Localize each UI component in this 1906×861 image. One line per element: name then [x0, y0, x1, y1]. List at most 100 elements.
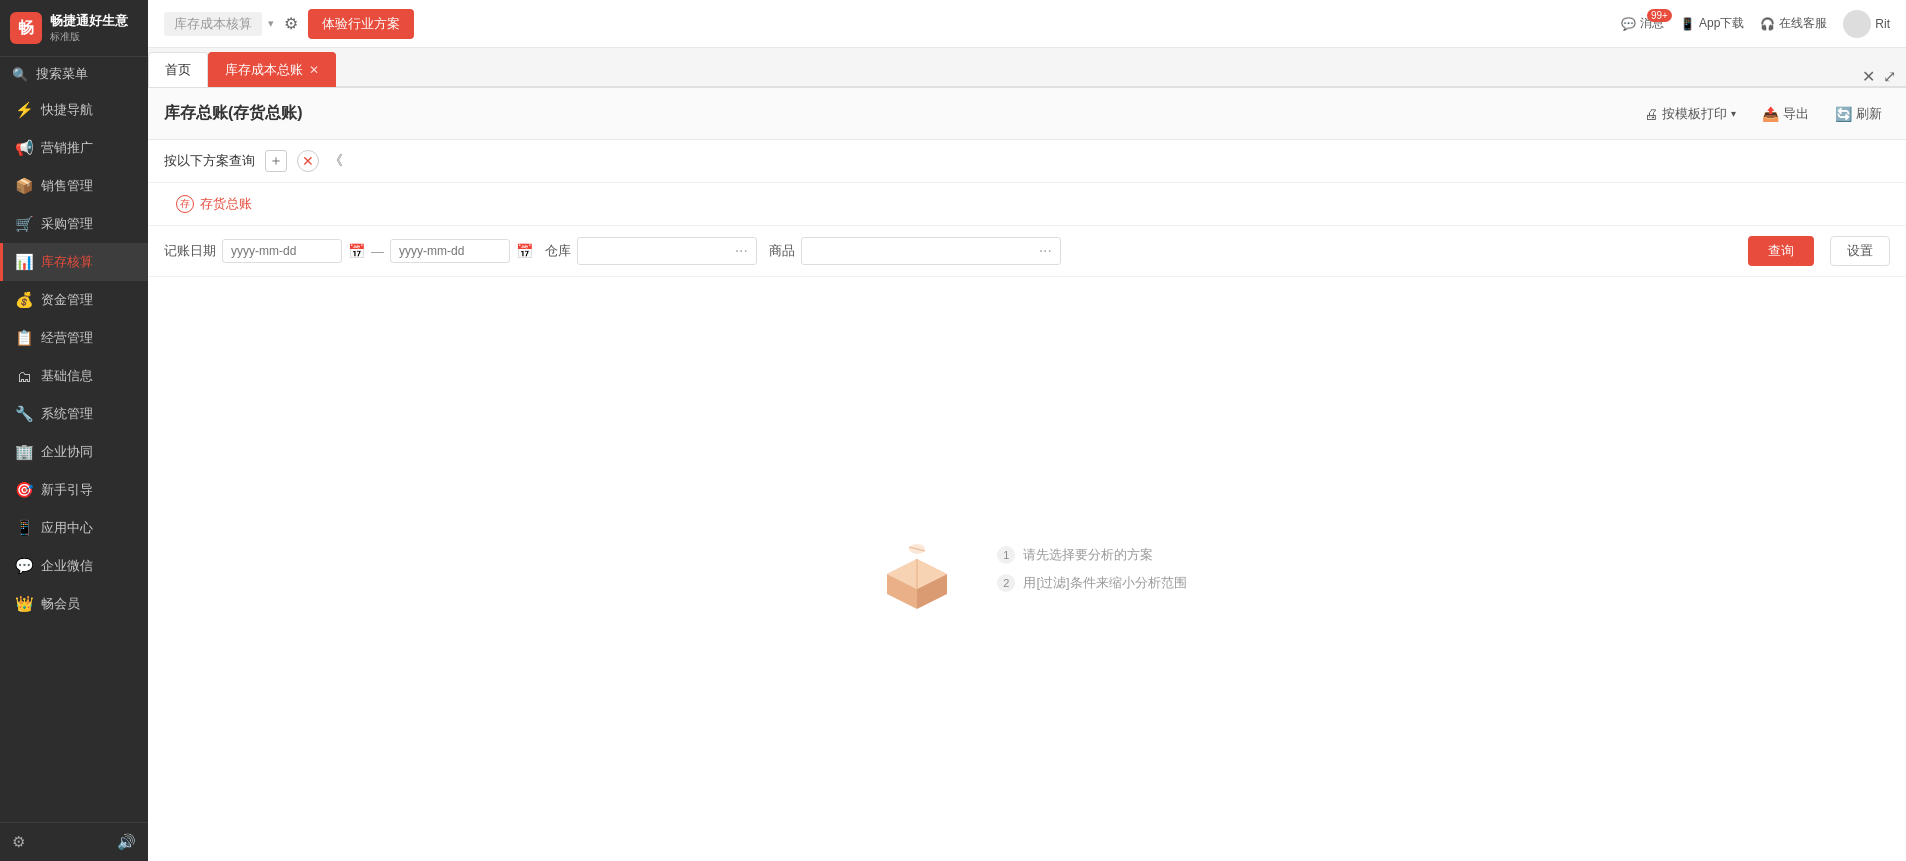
scheme-item[interactable]: 存 存货总账 [164, 189, 264, 219]
sidebar-bottom: ⚙ 🔊 [0, 822, 148, 861]
marketing-icon: 📢 [15, 139, 33, 157]
goods-field-group: 商品 ··· [769, 237, 1061, 265]
filter-bar: 按以下方案查询 ＋ ✕ 《 [148, 140, 1906, 183]
sidebar-item-marketing[interactable]: 📢 营销推广 [0, 129, 148, 167]
app-center-icon: 📱 [15, 519, 33, 537]
sidebar-item-inventory[interactable]: 📊 库存核算 [0, 243, 148, 281]
filter-label: 按以下方案查询 [164, 152, 255, 170]
sales-icon: 📦 [15, 177, 33, 195]
refresh-button[interactable]: 🔄 刷新 [1827, 101, 1890, 127]
system-icon: 🔧 [15, 405, 33, 423]
chevron-down-icon: ▾ [268, 17, 274, 30]
finance-icon: 💰 [15, 291, 33, 309]
date-dash: — [371, 244, 384, 259]
tip-text-2: 用[过滤]条件来缩小分析范围 [1023, 574, 1186, 592]
date-label: 记账日期 [164, 242, 216, 260]
warehouse-select[interactable]: ··· [577, 237, 757, 265]
tab-close-icon[interactable]: ✕ [309, 63, 319, 77]
tip-item-1: 1 请先选择要分析的方案 [997, 546, 1186, 564]
export-button[interactable]: 📤 导出 [1754, 101, 1817, 127]
breadcrumb: 库存成本核算 ▾ ⚙ 体验行业方案 [164, 9, 1609, 39]
sidebar-nav: ⚡ 快捷导航 📢 营销推广 📦 销售管理 🛒 采购管理 📊 库存核算 💰 资金管… [0, 91, 148, 822]
goods-label: 商品 [769, 242, 795, 260]
online-service-button[interactable]: 🎧 在线客服 [1760, 15, 1827, 32]
empty-illustration [867, 519, 967, 619]
tip-number-1: 1 [997, 546, 1015, 564]
empty-tips: 1 请先选择要分析的方案 2 用[过滤]条件来缩小分析范围 [997, 546, 1186, 592]
tab-home[interactable]: 首页 [148, 52, 208, 87]
filter-clear-button[interactable]: ✕ [297, 150, 319, 172]
sidebar-item-finance[interactable]: 💰 资金管理 [0, 281, 148, 319]
sidebar-item-wechat[interactable]: 💬 企业微信 [0, 547, 148, 585]
user-avatar[interactable]: Rit [1843, 10, 1890, 38]
basic-info-icon: 🗂 [15, 368, 33, 385]
calendar-from-icon[interactable]: 📅 [348, 243, 365, 259]
enterprise-icon: 🏢 [15, 443, 33, 461]
purchase-icon: 🛒 [15, 215, 33, 233]
page-panel: 库存总账(存货总账) 🖨 按模板打印 ▾ 📤 导出 🔄 刷新 按以下方案查 [148, 88, 1906, 861]
panel-close-button[interactable]: ✕ [1862, 67, 1875, 86]
headset-icon: 🎧 [1760, 17, 1775, 31]
sidebar-item-system[interactable]: 🔧 系统管理 [0, 395, 148, 433]
phone-icon: 📱 [1680, 17, 1695, 31]
export-icon: 📤 [1762, 106, 1779, 122]
sidebar-item-quick-nav[interactable]: ⚡ 快捷导航 [0, 91, 148, 129]
sidebar-logo: 畅 畅捷通好生意 标准版 [0, 0, 148, 57]
goods-select[interactable]: ··· [801, 237, 1061, 265]
page-actions: 🖨 按模板打印 ▾ 📤 导出 🔄 刷新 [1636, 101, 1890, 127]
member-icon: 👑 [15, 595, 33, 613]
main-content: 库存成本核算 ▾ ⚙ 体验行业方案 💬 消息 99+ 📱 App下载 🎧 在线客… [148, 0, 1906, 861]
operations-icon: 📋 [15, 329, 33, 347]
header-gear-icon[interactable]: ⚙ [280, 10, 302, 37]
sidebar-item-app-center[interactable]: 📱 应用中心 [0, 509, 148, 547]
empty-state: 1 请先选择要分析的方案 2 用[过滤]条件来缩小分析范围 [867, 519, 1186, 619]
top-header: 库存成本核算 ▾ ⚙ 体验行业方案 💬 消息 99+ 📱 App下载 🎧 在线客… [148, 0, 1906, 48]
search-icon: 🔍 [12, 67, 28, 82]
sidebar-search[interactable]: 🔍 搜索菜单 [0, 57, 148, 91]
warehouse-label: 仓库 [545, 242, 571, 260]
message-icon: 💬 [1621, 17, 1636, 31]
sidebar-item-basic-info[interactable]: 🗂 基础信息 [0, 357, 148, 395]
scheme-icon: 存 [176, 195, 194, 213]
goods-more-icon[interactable]: ··· [1039, 242, 1052, 260]
tab-inventory-cost[interactable]: 库存成本总账 ✕ [208, 52, 336, 87]
calendar-to-icon[interactable]: 📅 [516, 243, 533, 259]
header-right: 💬 消息 99+ 📱 App下载 🎧 在线客服 Rit [1621, 10, 1890, 38]
inventory-icon: 📊 [15, 253, 33, 271]
tip-text-1: 请先选择要分析的方案 [1023, 546, 1153, 564]
date-to-input[interactable] [390, 239, 510, 263]
date-field-group: 记账日期 📅 — 📅 [164, 239, 533, 263]
filter-collapse-button[interactable]: 《 [329, 152, 343, 170]
content-area: 1 请先选择要分析的方案 2 用[过滤]条件来缩小分析范围 [148, 277, 1906, 861]
sidebar-item-purchase[interactable]: 🛒 采购管理 [0, 205, 148, 243]
logo-text: 畅捷通好生意 标准版 [50, 12, 128, 44]
page-title: 库存总账(存货总账) [164, 103, 303, 124]
sidebar-item-sales[interactable]: 📦 销售管理 [0, 167, 148, 205]
sidebar-item-member[interactable]: 👑 畅会员 [0, 585, 148, 623]
sidebar-item-operations[interactable]: 📋 经营管理 [0, 319, 148, 357]
query-button[interactable]: 查询 [1748, 236, 1814, 266]
print-template-button[interactable]: 🖨 按模板打印 ▾ [1636, 101, 1744, 127]
settings-button[interactable]: 设置 [1830, 236, 1890, 266]
wechat-icon: 💬 [15, 557, 33, 575]
filter-add-button[interactable]: ＋ [265, 150, 287, 172]
avatar-image [1843, 10, 1871, 38]
print-icon: 🖨 [1644, 106, 1658, 122]
app-download-button[interactable]: 📱 App下载 [1680, 15, 1744, 32]
sound-bottom-button[interactable]: 🔊 [117, 833, 136, 851]
guide-icon: 🎯 [15, 481, 33, 499]
messages-button[interactable]: 💬 消息 99+ [1621, 15, 1664, 32]
sidebar-item-enterprise[interactable]: 🏢 企业协同 [0, 433, 148, 471]
panel-resize-button[interactable]: ⤢ [1883, 67, 1896, 86]
sidebar-item-guide[interactable]: 🎯 新手引导 [0, 471, 148, 509]
settings-bottom-button[interactable]: ⚙ [12, 833, 25, 851]
quick-nav-icon: ⚡ [15, 101, 33, 119]
trial-button[interactable]: 体验行业方案 [308, 9, 414, 39]
refresh-icon: 🔄 [1835, 106, 1852, 122]
tip-number-2: 2 [997, 574, 1015, 592]
date-from-input[interactable] [222, 239, 342, 263]
warehouse-more-icon[interactable]: ··· [735, 242, 748, 260]
breadcrumb-text: 库存成本核算 [164, 12, 262, 36]
warehouse-field-group: 仓库 ··· [545, 237, 757, 265]
tip-item-2: 2 用[过滤]条件来缩小分析范围 [997, 574, 1186, 592]
